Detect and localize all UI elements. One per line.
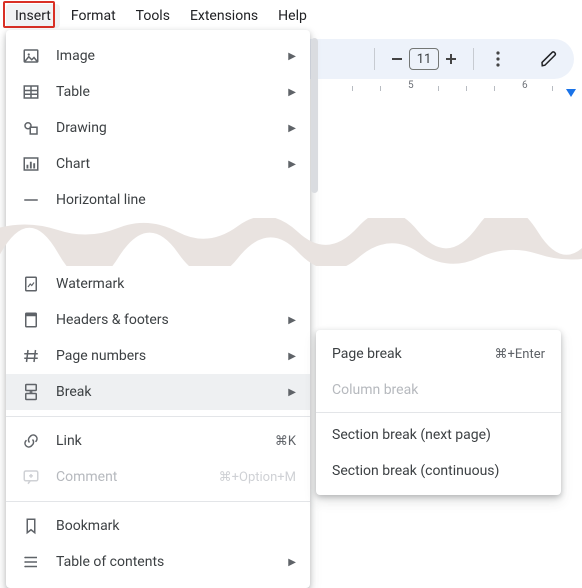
- menu-shortcut: ⌘+Option+M: [219, 470, 296, 485]
- menu-tools[interactable]: Tools: [127, 4, 179, 28]
- insert-dropdown: Image ▶ Table ▶ Drawing ▶ Chart ▶ Horizo…: [6, 30, 310, 588]
- plus-icon: [445, 53, 457, 65]
- submenu-separator: [316, 412, 561, 413]
- dropdown-scrollbar[interactable]: [311, 38, 318, 193]
- menu-help[interactable]: Help: [269, 4, 316, 28]
- hr-icon: [22, 191, 42, 209]
- menu-separator: [6, 416, 310, 417]
- submenu-item-label: Section break (next page): [332, 427, 491, 443]
- watermark-icon: [22, 275, 42, 293]
- menu-item-label: Watermark: [56, 276, 296, 292]
- menu-item-drawing[interactable]: Drawing ▶: [6, 110, 310, 146]
- toolbar-divider: [374, 48, 375, 70]
- submenu-item-section-break-continuous[interactable]: Section break (continuous): [316, 453, 561, 489]
- submenu-arrow-icon: ▶: [288, 159, 296, 170]
- menu-separator: [6, 501, 310, 502]
- ruler-label: 6: [522, 80, 528, 91]
- menu-item-label: Table of contents: [56, 554, 274, 570]
- submenu-arrow-icon: ▶: [288, 315, 296, 326]
- menu-item-table-of-contents[interactable]: Table of contents ▶: [6, 544, 310, 580]
- menu-item-table[interactable]: Table ▶: [6, 74, 310, 110]
- toc-icon: [22, 553, 42, 571]
- menu-item-label: Page numbers: [56, 348, 274, 364]
- font-size-control: 11: [385, 47, 463, 71]
- menubar: Insert Format Tools Extensions Help: [0, 0, 582, 32]
- menu-item-comment: Comment ⌘+Option+M: [6, 459, 310, 495]
- hash-icon: [22, 347, 42, 365]
- menu-item-headers-footers[interactable]: Headers & footers ▶: [6, 302, 310, 338]
- submenu-arrow-icon: ▶: [288, 87, 296, 98]
- toolbar-more-button[interactable]: [484, 45, 512, 73]
- submenu-arrow-icon: ▶: [288, 351, 296, 362]
- chart-icon: [22, 155, 42, 173]
- menu-item-label: Drawing: [56, 120, 274, 136]
- menu-item-label: Table: [56, 84, 274, 100]
- ruler-right-marker[interactable]: [566, 89, 576, 97]
- submenu-item-page-break[interactable]: Page break ⌘+Enter: [316, 336, 561, 372]
- image-icon: [22, 47, 42, 65]
- menu-extensions[interactable]: Extensions: [181, 4, 267, 28]
- menu-item-watermark[interactable]: Watermark: [6, 266, 310, 302]
- table-icon: [22, 83, 42, 101]
- menu-item-label: Link: [56, 433, 261, 449]
- menu-item-label: Horizontal line: [56, 192, 296, 208]
- bookmark-icon: [22, 517, 42, 535]
- ruler: 5 6: [330, 80, 576, 98]
- font-size-input[interactable]: 11: [409, 48, 439, 70]
- break-submenu: Page break ⌘+Enter Column break Section …: [316, 330, 561, 495]
- submenu-item-label: Section break (continuous): [332, 463, 499, 479]
- menu-shortcut: ⌘K: [275, 434, 296, 449]
- pencil-icon: [540, 50, 558, 68]
- menu-item-label: Comment: [56, 469, 205, 485]
- drawing-icon: [22, 119, 42, 137]
- font-decrease-button[interactable]: [385, 47, 409, 71]
- ruler-label: 5: [408, 80, 414, 91]
- torn-indicator: [6, 218, 310, 266]
- submenu-shortcut: ⌘+Enter: [495, 347, 546, 362]
- menu-item-link[interactable]: Link ⌘K: [6, 423, 310, 459]
- menu-item-label: Break: [56, 384, 274, 400]
- link-icon: [22, 432, 42, 450]
- annotation-highlight-insert: [3, 1, 55, 28]
- toolbar-divider: [473, 48, 474, 70]
- headers-icon: [22, 311, 42, 329]
- submenu-arrow-icon: ▶: [288, 387, 296, 398]
- menu-item-horizontal-line[interactable]: Horizontal line: [6, 182, 310, 218]
- submenu-arrow-icon: ▶: [288, 123, 296, 134]
- submenu-arrow-icon: ▶: [288, 557, 296, 568]
- menu-format[interactable]: Format: [62, 4, 125, 28]
- minus-icon: [391, 53, 403, 65]
- more-vert-icon: [496, 51, 500, 67]
- submenu-item-label: Page break: [332, 346, 402, 362]
- font-increase-button[interactable]: [439, 47, 463, 71]
- menu-item-page-numbers[interactable]: Page numbers ▶: [6, 338, 310, 374]
- menu-item-chart[interactable]: Chart ▶: [6, 146, 310, 182]
- menu-item-label: Image: [56, 48, 274, 64]
- menu-item-bookmark[interactable]: Bookmark: [6, 508, 310, 544]
- break-icon: [22, 383, 42, 401]
- menu-item-label: Bookmark: [56, 518, 296, 534]
- menu-item-label: Headers & footers: [56, 312, 274, 328]
- edit-mode-button[interactable]: [534, 44, 564, 74]
- submenu-item-section-break-next-page[interactable]: Section break (next page): [316, 417, 561, 453]
- submenu-item-column-break: Column break: [316, 372, 561, 408]
- menu-item-label: Chart: [56, 156, 274, 172]
- menu-item-break[interactable]: Break ▶: [6, 374, 310, 410]
- menu-item-image[interactable]: Image ▶: [6, 38, 310, 74]
- submenu-arrow-icon: ▶: [288, 51, 296, 62]
- comment-icon: [22, 468, 42, 486]
- submenu-item-label: Column break: [332, 382, 418, 398]
